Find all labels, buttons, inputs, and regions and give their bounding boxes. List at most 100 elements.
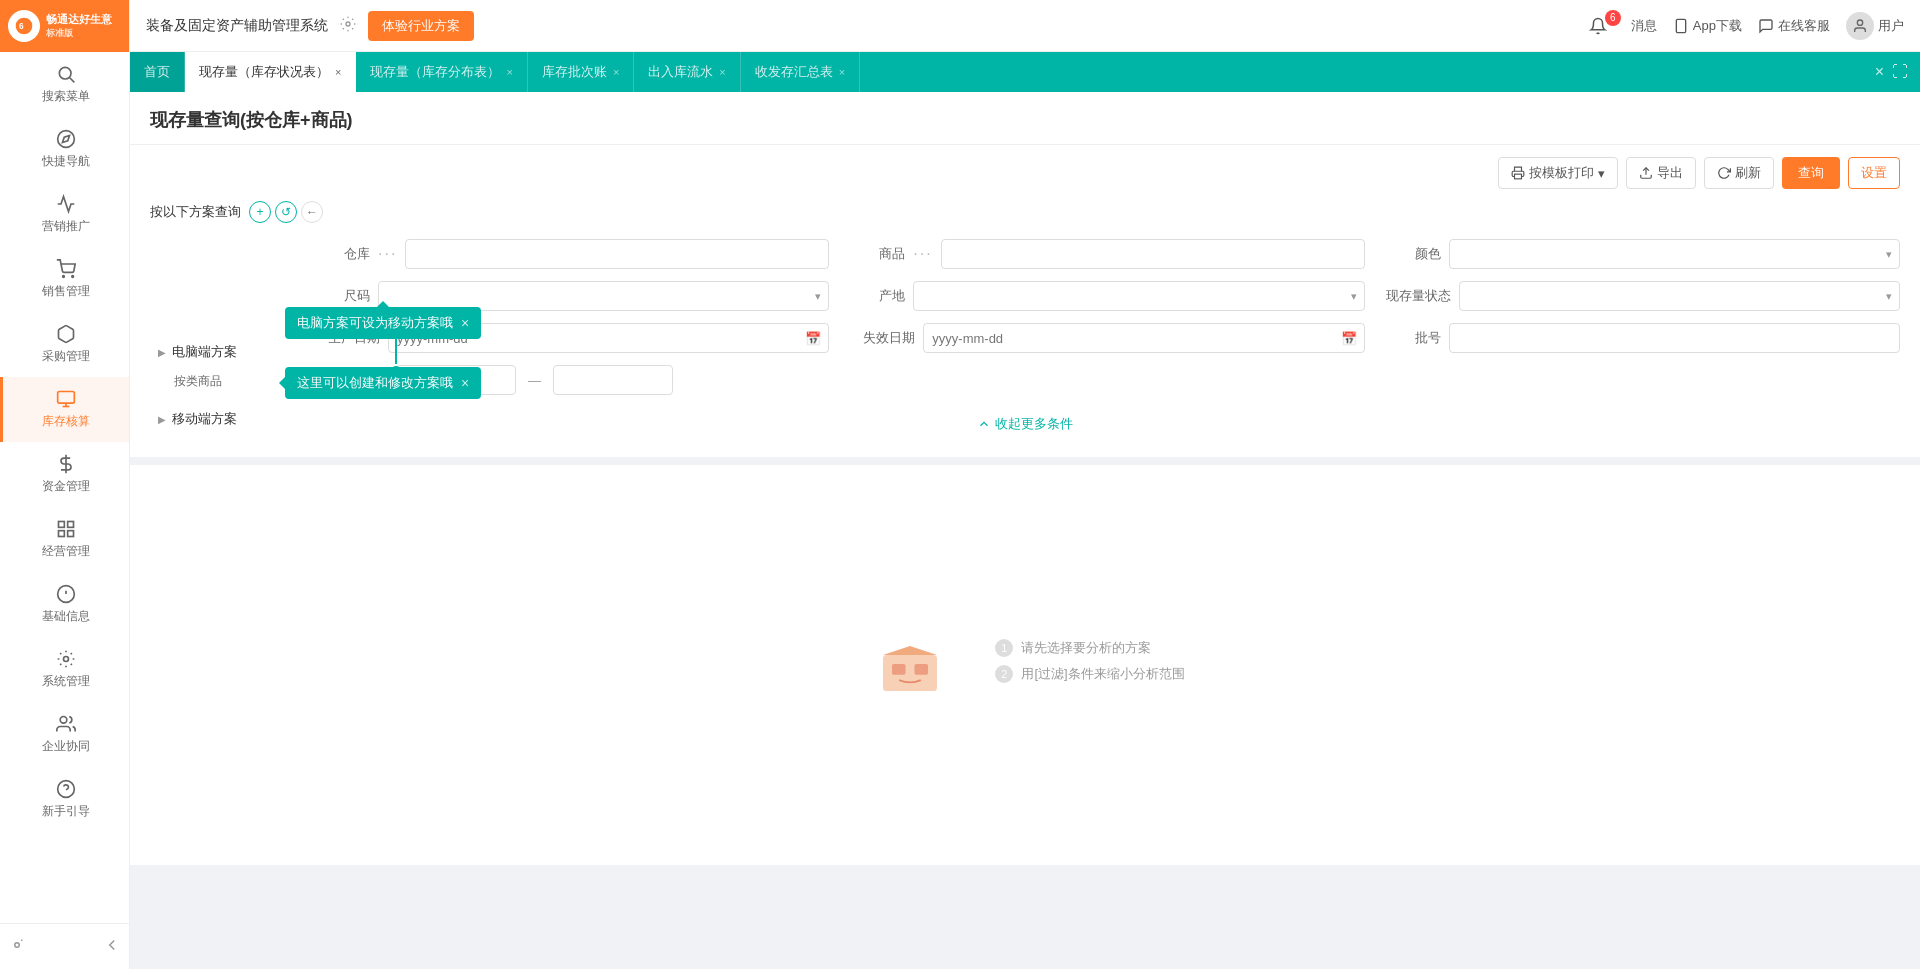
svg-point-23	[15, 943, 20, 948]
tab-in-out-flow-label: 出入库流水	[648, 63, 713, 81]
content-area: 现存量查询(按仓库+商品) 按模板打印 ▾ 导出 刷新 查询	[130, 92, 1920, 969]
batch-label: 批号	[1381, 329, 1441, 347]
tab-home[interactable]: 首页	[130, 52, 185, 92]
refresh-scheme-button[interactable]: ↺	[275, 201, 297, 223]
tip-num-1: 1	[995, 639, 1013, 657]
svg-point-20	[60, 717, 67, 724]
sidebar-label-inventory: 库存核算	[42, 413, 90, 430]
scheme-mobile-arrow: ▶	[158, 414, 166, 425]
tab-close-collect-summary[interactable]: ×	[839, 66, 845, 78]
tab-batch-ledger[interactable]: 库存批次账 ×	[528, 52, 634, 92]
scheme-tree: ▶ 电脑端方案 按类商品 ▶ 移动端方案	[150, 337, 290, 434]
filter-label: 按以下方案查询	[150, 203, 241, 221]
filter-area: 按以下方案查询 + ↺ ← 电脑方案可设为移动方案哦 ×	[130, 189, 1920, 457]
expiry-date-label: 失效日期	[845, 329, 915, 347]
empty-state: 1 请先选择要分析的方案 2 用[过滤]条件来缩小分析范围	[865, 539, 1184, 792]
sidebar-label-finance: 资金管理	[42, 478, 90, 495]
svg-line-3	[70, 78, 75, 83]
sidebar-item-inventory[interactable]: 库存核算	[0, 377, 129, 442]
tab-collect-summary[interactable]: 收发存汇总表 ×	[741, 52, 860, 92]
scheme-mobile-label: 移动端方案	[172, 410, 237, 428]
svg-point-24	[346, 22, 350, 26]
scheme-desktop[interactable]: ▶ 电脑端方案	[150, 337, 290, 367]
color-select[interactable]	[1449, 239, 1900, 269]
inventory-main-to-input[interactable]	[553, 365, 673, 395]
maximize-button[interactable]: ⛶	[1892, 63, 1908, 81]
refresh-label: 刷新	[1735, 164, 1761, 182]
svg-rect-28	[1515, 174, 1522, 179]
svg-rect-30	[883, 655, 937, 691]
tooltip2-text: 这里可以创建和修改方案哦	[297, 374, 453, 392]
goods-label: 商品	[845, 245, 905, 263]
sidebar-item-quick-nav[interactable]: 快捷导航	[0, 117, 129, 182]
svg-rect-25	[1676, 19, 1685, 32]
svg-rect-32	[915, 664, 929, 675]
scheme-mobile[interactable]: ▶ 移动端方案	[150, 404, 290, 434]
filter-action-buttons: + ↺ ←	[249, 201, 323, 223]
prev-scheme-button[interactable]: ←	[301, 201, 323, 223]
tip-text-1: 请先选择要分析的方案	[1021, 639, 1151, 657]
tab-close-inventory-dist[interactable]: ×	[506, 66, 512, 78]
sidebar-item-operations[interactable]: 经营管理	[0, 507, 129, 572]
collapse-sidebar-icon[interactable]	[103, 936, 121, 957]
sidebar-item-guide[interactable]: 新手引导	[0, 767, 129, 832]
system-settings-icon[interactable]	[340, 16, 356, 35]
tab-in-out-flow[interactable]: 出入库流水 ×	[634, 52, 740, 92]
add-scheme-button[interactable]: +	[249, 201, 271, 223]
tab-inventory-status[interactable]: 现存量（库存状况表） ×	[185, 52, 356, 92]
expiry-date-input[interactable]	[923, 323, 1364, 353]
sidebar-label-operations: 经营管理	[42, 543, 90, 560]
sidebar-item-marketing[interactable]: 营销推广	[0, 182, 129, 247]
sidebar-label-search: 搜索菜单	[42, 88, 90, 105]
batch-input[interactable]	[1449, 323, 1900, 353]
sidebar-label-guide: 新手引导	[42, 803, 90, 820]
origin-select-wrap[interactable]	[913, 281, 1364, 311]
template-print-arrow: ▾	[1598, 166, 1605, 181]
sidebar-item-system[interactable]: 系统管理	[0, 637, 129, 702]
settings-icon[interactable]	[8, 936, 26, 957]
tooltip2-close[interactable]: ×	[461, 375, 469, 391]
user-action[interactable]: 用户	[1846, 12, 1904, 40]
inventory-status-select[interactable]	[1459, 281, 1900, 311]
trial-button[interactable]: 体验行业方案	[368, 11, 474, 41]
color-select-wrap[interactable]	[1449, 239, 1900, 269]
sidebar-item-sales[interactable]: 销售管理	[0, 247, 129, 312]
inventory-status-select-wrap[interactable]	[1459, 281, 1900, 311]
support-action[interactable]: 在线客服	[1758, 17, 1830, 35]
query-button[interactable]: 查询	[1782, 157, 1840, 189]
close-all-tabs-button[interactable]: ×	[1875, 63, 1884, 81]
notification-action[interactable]: 6 消息	[1589, 17, 1657, 35]
tooltip1-close[interactable]: ×	[461, 315, 469, 331]
page-title: 现存量查询(按仓库+商品)	[150, 108, 1900, 144]
origin-select[interactable]	[913, 281, 1364, 311]
sidebar-item-search[interactable]: 搜索菜单	[0, 52, 129, 117]
export-button[interactable]: 导出	[1626, 157, 1696, 189]
app-download-action[interactable]: App下载	[1673, 17, 1742, 35]
tab-inventory-dist[interactable]: 现存量（库存分布表） ×	[356, 52, 527, 92]
expiry-date-field: 失效日期 📅	[845, 323, 1364, 353]
refresh-button[interactable]: 刷新	[1704, 157, 1774, 189]
scheme-sub-label: 按类商品	[174, 373, 222, 390]
expiry-date-wrap[interactable]: 📅	[923, 323, 1364, 353]
tab-close-batch-ledger[interactable]: ×	[613, 66, 619, 78]
inventory-status-label: 现存量状态	[1381, 287, 1451, 305]
tab-bar: 首页 现存量（库存状况表） × 现存量（库存分布表） × 库存批次账 × 出入库…	[130, 52, 1920, 92]
tip-num-2: 2	[995, 665, 1013, 683]
notification-badge: 6	[1605, 10, 1621, 26]
empty-illustration	[865, 619, 955, 712]
set-button[interactable]: 设置	[1848, 157, 1900, 189]
tab-close-inventory-status[interactable]: ×	[335, 66, 341, 78]
goods-field: 商品 ···	[845, 239, 1364, 269]
sidebar-item-finance[interactable]: 资金管理	[0, 442, 129, 507]
tab-bar-actions: × ⛶	[1863, 52, 1920, 92]
collapse-filter-button[interactable]: 收起更多条件	[150, 407, 1900, 441]
sidebar-label-marketing: 营销推广	[42, 218, 90, 235]
scheme-sub-item[interactable]: 按类商品	[150, 367, 290, 396]
sidebar-item-purchase[interactable]: 采购管理	[0, 312, 129, 377]
sidebar-nav: 搜索菜单 快捷导航 营销推广 销售管理 采购管理 库存核算 资金管理 经营管理	[0, 52, 129, 923]
sidebar-item-basic-info[interactable]: 基础信息	[0, 572, 129, 637]
sidebar-item-enterprise[interactable]: 企业协同	[0, 702, 129, 767]
template-print-button[interactable]: 按模板打印 ▾	[1498, 157, 1618, 189]
tab-close-in-out-flow[interactable]: ×	[719, 66, 725, 78]
logo-icon: 6	[8, 10, 40, 42]
